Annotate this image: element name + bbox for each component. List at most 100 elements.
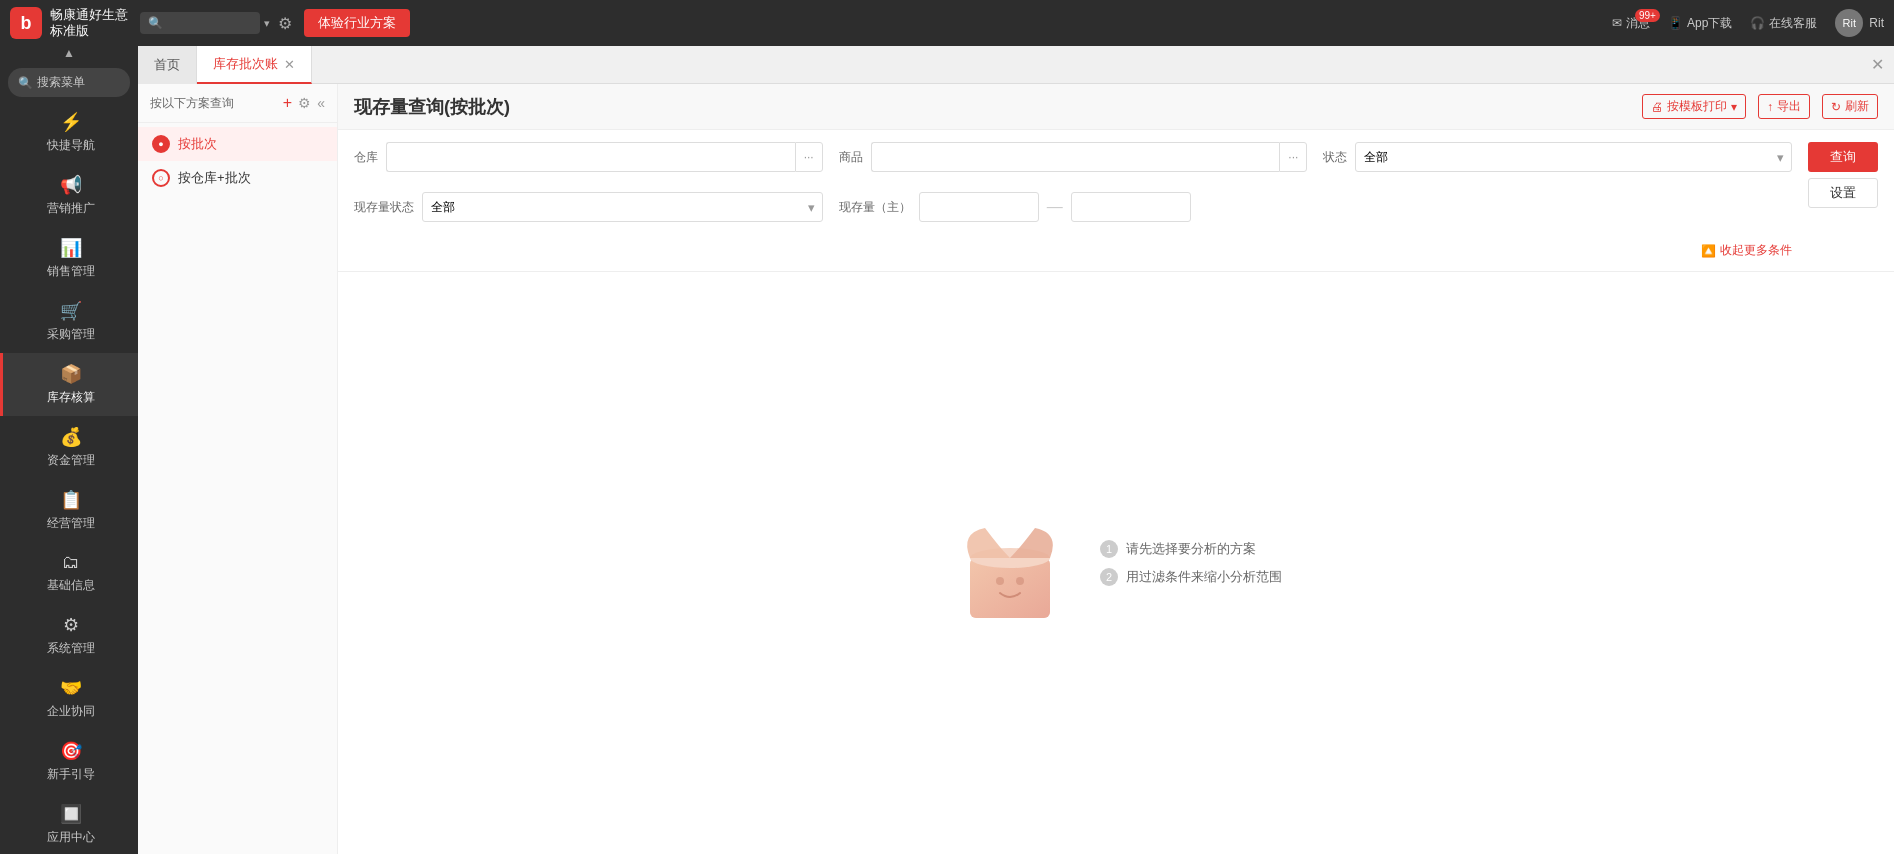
- brand-name: 畅康通好生意: [50, 7, 128, 23]
- sidebar-scroll-up[interactable]: ▲: [0, 46, 138, 60]
- sidebar-item-basic[interactable]: 🗂 基础信息: [0, 542, 138, 604]
- tab-close-btn[interactable]: ✕: [284, 58, 295, 71]
- topbar-search-dropdown[interactable]: ▾: [264, 17, 270, 30]
- stock-main-from-input[interactable]: [919, 192, 1039, 222]
- sidebar-item-quick-nav[interactable]: ⚡ 快捷导航: [0, 101, 138, 164]
- filter-stock-status: 现存量状态 全部 有库存 无库存: [354, 192, 823, 222]
- status-select-wrap: 全部 正常 停用: [1355, 142, 1792, 172]
- system-icon: ⚙: [63, 614, 79, 636]
- panel-collapse-btn[interactable]: «: [317, 95, 325, 111]
- left-panel-header: 按以下方案查询 + ⚙ «: [138, 84, 337, 123]
- refresh-icon: ↻: [1831, 100, 1841, 114]
- sidebar-search[interactable]: 🔍 搜索菜单: [8, 68, 130, 97]
- inventory-icon: 📦: [60, 363, 82, 385]
- topbar: b 畅康通好生意 标准版 🔍 ▾ ⚙ 体验行业方案 ✉ 消息 99+ 📱 App…: [0, 0, 1894, 46]
- filter-row-1: 仓库 ··· 商品: [354, 142, 1792, 172]
- basic-icon: 🗂: [62, 552, 80, 573]
- schema-warehouse-batch-icon: ○: [152, 169, 170, 187]
- sidebar-item-marketing[interactable]: 📢 营销推广: [0, 164, 138, 227]
- topbar-right: ✉ 消息 99+ 📱 App下载 🎧 在线客服 Rit Rit: [1612, 9, 1884, 37]
- sidebar: ▲ 🔍 搜索菜单 ⚡ 快捷导航 📢 营销推广 📊 销售管理 🛒 采购管理 📦 库…: [0, 46, 138, 854]
- apps-icon: 🔲: [60, 803, 82, 825]
- topbar-settings-icon[interactable]: ⚙: [278, 14, 292, 33]
- filter-area: 仓库 ··· 商品: [338, 130, 1894, 272]
- product-input[interactable]: [871, 142, 1280, 172]
- stock-status-select[interactable]: 全部 有库存 无库存: [422, 192, 823, 222]
- export-icon: ↑: [1767, 100, 1773, 114]
- sidebar-item-newbie[interactable]: 🎯 新手引导: [0, 730, 138, 793]
- status-select[interactable]: 全部 正常 停用: [1355, 142, 1792, 172]
- warehouse-input-wrap: ···: [386, 142, 823, 172]
- stock-main-to-input[interactable]: [1071, 192, 1191, 222]
- marketing-icon: 📢: [60, 174, 82, 196]
- tip-1-text: 请先选择要分析的方案: [1126, 540, 1256, 558]
- product-dots-btn[interactable]: ···: [1279, 142, 1307, 172]
- product-input-wrap: ···: [871, 142, 1308, 172]
- operations-icon: 📋: [60, 489, 82, 511]
- export-btn[interactable]: ↑ 导出: [1758, 94, 1810, 119]
- filter-warehouse: 仓库 ···: [354, 142, 823, 172]
- quick-nav-icon: ⚡: [60, 111, 82, 133]
- tab-bar-close-all[interactable]: ✕: [1871, 55, 1894, 74]
- page-title: 现存量查询(按批次): [354, 95, 510, 119]
- sidebar-item-sales[interactable]: 📊 销售管理: [0, 227, 138, 290]
- empty-illustration: [950, 503, 1070, 623]
- add-schema-btn[interactable]: +: [283, 94, 292, 112]
- empty-tips: 1 请先选择要分析的方案 2 用过滤条件来缩小分析范围: [1100, 540, 1282, 586]
- page-title-actions: 🖨 按模板打印 ▾ ↑ 导出 ↻ 刷新: [1642, 94, 1878, 119]
- stock-status-select-wrap: 全部 有库存 无库存: [422, 192, 823, 222]
- tip-1-number: 1: [1100, 540, 1118, 558]
- avatar: Rit: [1835, 9, 1863, 37]
- collapse-icon: 🔼: [1701, 244, 1716, 258]
- right-content: 现存量查询(按批次) 🖨 按模板打印 ▾ ↑ 导出 ↻: [338, 84, 1894, 854]
- topbar-search[interactable]: 🔍: [140, 12, 260, 34]
- schema-settings-btn[interactable]: ⚙: [298, 95, 311, 111]
- user-profile[interactable]: Rit Rit: [1835, 9, 1884, 37]
- schema-list: ● 按批次 ○ 按仓库+批次: [138, 123, 337, 854]
- tip-2-number: 2: [1100, 568, 1118, 586]
- main-layout: ▲ 🔍 搜索菜单 ⚡ 快捷导航 📢 营销推广 📊 销售管理 🛒 采购管理 📦 库…: [0, 46, 1894, 854]
- tab-home[interactable]: 首页: [138, 46, 197, 84]
- tab-batch-account[interactable]: 库存批次账 ✕: [197, 46, 312, 84]
- sidebar-item-purchase[interactable]: 🛒 采购管理: [0, 290, 138, 353]
- query-btn[interactable]: 查询: [1808, 142, 1878, 172]
- sidebar-item-operations[interactable]: 📋 经营管理: [0, 479, 138, 542]
- warehouse-dots-btn[interactable]: ···: [795, 142, 823, 172]
- trial-button[interactable]: 体验行业方案: [304, 9, 410, 37]
- filter-status: 状态 全部 正常 停用: [1323, 142, 1792, 172]
- schema-item-batch[interactable]: ● 按批次: [138, 127, 337, 161]
- page-title-bar: 现存量查询(按批次) 🖨 按模板打印 ▾ ↑ 导出 ↻: [338, 84, 1894, 130]
- collapse-filter-btn[interactable]: 🔼 收起更多条件: [1701, 242, 1792, 259]
- filter-collapse-row: 🔼 收起更多条件: [354, 242, 1792, 259]
- sidebar-item-system[interactable]: ⚙ 系统管理: [0, 604, 138, 667]
- print-btn[interactable]: 🖨 按模板打印 ▾: [1642, 94, 1746, 119]
- tab-bar: 首页 库存批次账 ✕ ✕: [138, 46, 1894, 84]
- svg-point-3: [996, 577, 1004, 585]
- online-support-btn[interactable]: 🎧 在线客服: [1750, 15, 1817, 32]
- print-dropdown-icon: ▾: [1731, 100, 1737, 114]
- app-download-btn[interactable]: 📱 App下载: [1668, 15, 1732, 32]
- left-panel-actions: + ⚙ «: [283, 94, 325, 112]
- sidebar-item-inventory[interactable]: 📦 库存核算: [0, 353, 138, 416]
- empty-state: 1 请先选择要分析的方案 2 用过滤条件来缩小分析范围: [338, 272, 1894, 854]
- filter-row-2: 现存量状态 全部 有库存 无库存: [354, 192, 1792, 222]
- refresh-btn[interactable]: ↻ 刷新: [1822, 94, 1878, 119]
- settings-btn[interactable]: 设置: [1808, 178, 1878, 208]
- page-content: 按以下方案查询 + ⚙ « ● 按批次 ○ 按仓库+批次: [138, 84, 1894, 854]
- message-badge: 99+: [1635, 9, 1660, 22]
- schema-batch-icon: ●: [152, 135, 170, 153]
- schema-item-warehouse-batch[interactable]: ○ 按仓库+批次: [138, 161, 337, 195]
- sales-icon: 📊: [60, 237, 82, 259]
- filter-product: 商品 ···: [839, 142, 1308, 172]
- message-btn[interactable]: ✉ 消息 99+: [1612, 15, 1650, 32]
- left-panel: 按以下方案查询 + ⚙ « ● 按批次 ○ 按仓库+批次: [138, 84, 338, 854]
- print-icon: 🖨: [1651, 100, 1663, 114]
- warehouse-input[interactable]: [386, 142, 795, 172]
- tip-2-text: 用过滤条件来缩小分析范围: [1126, 568, 1282, 586]
- enterprise-icon: 🤝: [60, 677, 82, 699]
- content-area: 首页 库存批次账 ✕ ✕ 按以下方案查询 + ⚙ «: [138, 46, 1894, 854]
- finance-icon: 💰: [60, 426, 82, 448]
- sidebar-item-enterprise[interactable]: 🤝 企业协同: [0, 667, 138, 730]
- sidebar-item-finance[interactable]: 💰 资金管理: [0, 416, 138, 479]
- sidebar-item-apps[interactable]: 🔲 应用中心: [0, 793, 138, 854]
